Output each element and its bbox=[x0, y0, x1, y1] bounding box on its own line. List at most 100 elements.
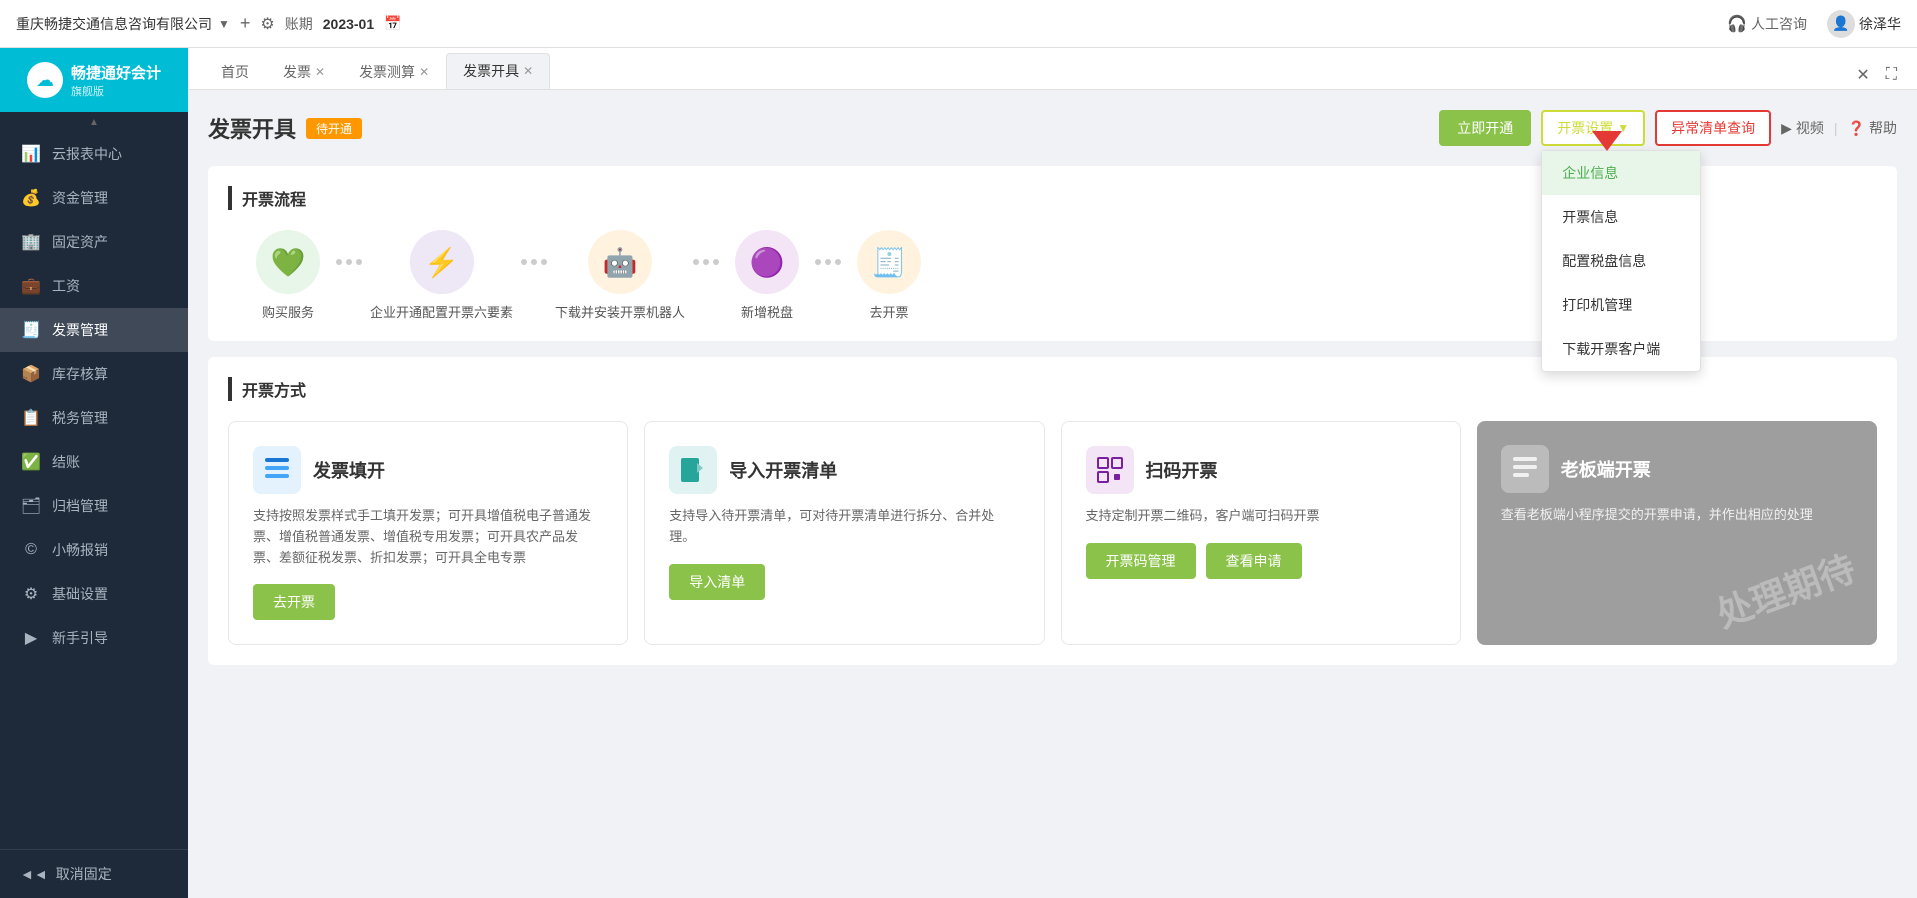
sidebar-item-kucun[interactable]: 📦 库存核算 bbox=[0, 352, 188, 396]
sidebar-label-xinshouyindao: 新手引导 bbox=[52, 628, 108, 648]
dropdown-item-enterprise[interactable]: 企业信息 bbox=[1542, 151, 1700, 195]
flow-step-buy: 💚 购买服务 bbox=[248, 230, 328, 321]
method-manual-footer: 去开票 bbox=[253, 584, 603, 620]
sidebar-item-jichushezhi[interactable]: ⚙ 基础设置 bbox=[0, 572, 188, 616]
method-card-boss: 老板端开票 查看老板端小程序提交的开票申请，并作出相应的处理 处理期待 bbox=[1477, 421, 1877, 645]
method-manual-btn1[interactable]: 去开票 bbox=[253, 584, 335, 620]
user-button[interactable]: 👤 徐泽华 bbox=[1827, 10, 1901, 38]
help-button[interactable]: ❓ 帮助 bbox=[1848, 118, 1897, 138]
page-header: 发票开具 待开通 立即开通 开票设置 ▼ bbox=[208, 110, 1897, 146]
flow-step-invoice-label: 去开票 bbox=[870, 302, 909, 321]
sidebar-cancel-fixed[interactable]: ◄◄ 取消固定 bbox=[0, 849, 188, 898]
flow-step-invoice-icon: 🧾 bbox=[857, 230, 921, 294]
tab-close-button[interactable]: ✕ bbox=[1852, 61, 1873, 89]
tab-fapiao-close[interactable]: ✕ bbox=[315, 65, 325, 79]
method-import-icon bbox=[669, 446, 717, 494]
calendar-icon[interactable]: 📅 bbox=[384, 15, 401, 32]
sidebar-item-yunbao[interactable]: 📊 云报表中心 bbox=[0, 132, 188, 176]
tab-home[interactable]: 首页 bbox=[204, 53, 266, 89]
red-arrow-indicator bbox=[1592, 131, 1622, 154]
top-bar: 重庆畅捷交通信息咨询有限公司 ▼ + ⚙ 账期 2023-01 📅 🎧 人工咨询… bbox=[0, 0, 1917, 48]
tab-maximize-button[interactable]: ⛶ bbox=[1882, 62, 1901, 88]
cancel-label: 取消固定 bbox=[56, 864, 112, 884]
activate-button[interactable]: 立即开通 bbox=[1439, 110, 1531, 146]
flow-step-invoice: 🧾 去开票 bbox=[849, 230, 929, 321]
sidebar-logo: ☁ 畅捷通好会计 旗舰版 bbox=[0, 48, 188, 112]
tab-cesuan-label: 发票测算 bbox=[359, 62, 415, 82]
sidebar-scroll-up[interactable]: ▲ bbox=[0, 112, 188, 132]
company-selector[interactable]: 重庆畅捷交通信息咨询有限公司 ▼ bbox=[16, 14, 230, 34]
kucun-icon: 📦 bbox=[20, 364, 42, 384]
method-import-footer: 导入清单 bbox=[669, 564, 1019, 600]
sidebar-label-yunbao: 云报表中心 bbox=[52, 144, 122, 164]
help-label: 帮助 bbox=[1869, 118, 1897, 138]
dropdown-item-tax-config[interactable]: 配置税盘信息 bbox=[1542, 239, 1700, 283]
sidebar-label-xiaochangbaoxiao: 小畅报销 bbox=[52, 540, 108, 560]
dropdown-item-download-client[interactable]: 下载开票客户端 bbox=[1542, 327, 1700, 371]
support-button[interactable]: 🎧 人工咨询 bbox=[1727, 14, 1807, 34]
flow-step-buy-icon: 💚 bbox=[256, 230, 320, 294]
method-card-import: 导入开票清单 支持导入待开票清单，可对待开票清单进行拆分、合并处理。 导入清单 bbox=[644, 421, 1044, 645]
yunbao-icon: 📊 bbox=[20, 144, 42, 164]
method-scan-btn2[interactable]: 查看申请 bbox=[1206, 543, 1302, 579]
method-manual-name: 发票填开 bbox=[313, 457, 385, 483]
user-name: 徐泽华 bbox=[1859, 14, 1901, 34]
sidebar-item-jiezhang[interactable]: ✅ 结账 bbox=[0, 440, 188, 484]
flow-dots-3 bbox=[685, 259, 727, 265]
page-title: 发票开具 bbox=[208, 112, 296, 144]
gudingzichan-icon: 🏢 bbox=[20, 232, 42, 252]
company-dropdown-icon[interactable]: ▼ bbox=[218, 17, 230, 31]
logo-text-block: 畅捷通好会计 旗舰版 bbox=[71, 62, 161, 99]
cancel-icon: ◄◄ bbox=[20, 866, 48, 882]
gongzi-icon: 💼 bbox=[20, 276, 42, 296]
headset-icon: 🎧 bbox=[1727, 14, 1747, 34]
method-manual-desc: 支持按照发票样式手工填开发票；可开具增值税电子普通发票、增值税普通发票、增值税专… bbox=[253, 506, 603, 568]
method-manual-header: 发票填开 bbox=[253, 446, 603, 494]
sidebar-label-fapiao: 发票管理 bbox=[52, 320, 108, 340]
period-label: 账期 bbox=[285, 14, 313, 34]
method-manual-icon bbox=[253, 446, 301, 494]
methods-grid: 发票填开 支持按照发票样式手工填开发票；可开具增值税电子普通发票、增值税普通发票… bbox=[228, 421, 1877, 645]
tab-kaiju-close[interactable]: ✕ bbox=[523, 64, 533, 78]
sidebar-item-gongzi[interactable]: 💼 工资 bbox=[0, 264, 188, 308]
sidebar-label-jiezhang: 结账 bbox=[52, 452, 80, 472]
tab-cesuan[interactable]: 发票测算 ✕ bbox=[342, 53, 446, 89]
method-import-btn1[interactable]: 导入清单 bbox=[669, 564, 765, 600]
flow-dots-2 bbox=[513, 259, 555, 265]
guidang-icon: 🗂 bbox=[20, 496, 42, 516]
abnormal-button[interactable]: 异常清单查询 bbox=[1655, 110, 1771, 146]
method-scan-icon bbox=[1086, 446, 1134, 494]
sidebar-item-fapiao[interactable]: 🧾 发票管理 bbox=[0, 308, 188, 352]
sidebar-label-gongzi: 工资 bbox=[52, 276, 80, 296]
boss-watermark: 处理期待 bbox=[1708, 540, 1861, 638]
logo-icon: ☁ bbox=[27, 62, 63, 98]
method-scan-btn1[interactable]: 开票码管理 bbox=[1086, 543, 1196, 579]
sidebar-item-xiaochangbaoxiao[interactable]: © 小畅报销 bbox=[0, 528, 188, 572]
tab-kaiju[interactable]: 发票开具 ✕ bbox=[446, 53, 550, 89]
tab-fapiao[interactable]: 发票 ✕ bbox=[266, 53, 342, 89]
settings-icon[interactable]: ⚙ bbox=[260, 14, 274, 34]
sidebar-item-guidang[interactable]: 🗂 归档管理 bbox=[0, 484, 188, 528]
tab-cesuan-close[interactable]: ✕ bbox=[419, 65, 429, 79]
settings-dropdown-menu: 企业信息 开票信息 配置税盘信息 打印机管理 下载开票客户端 bbox=[1541, 150, 1701, 372]
tab-kaiju-label: 发票开具 bbox=[463, 61, 519, 81]
jichushezhi-icon: ⚙ bbox=[20, 584, 42, 604]
zijin-icon: 💰 bbox=[20, 188, 42, 208]
logo-subtitle: 旗舰版 bbox=[71, 83, 161, 99]
method-boss-desc: 查看老板端小程序提交的开票申请，并作出相应的处理 bbox=[1501, 505, 1853, 526]
flow-step-config: ⚡ 企业开通配置开票六要素 bbox=[370, 230, 513, 321]
video-button[interactable]: ▶ 视频 bbox=[1781, 118, 1824, 138]
dropdown-item-invoice-info[interactable]: 开票信息 bbox=[1542, 195, 1700, 239]
sidebar-item-gudingzichan[interactable]: 🏢 固定资产 bbox=[0, 220, 188, 264]
sidebar-item-zijin[interactable]: 💰 资金管理 bbox=[0, 176, 188, 220]
period-value: 2023-01 bbox=[323, 16, 374, 32]
sidebar: ☁ 畅捷通好会计 旗舰版 ▲ 📊 云报表中心 💰 资金管理 🏢 固定资产 💼 工… bbox=[0, 48, 188, 898]
company-name: 重庆畅捷交通信息咨询有限公司 bbox=[16, 14, 212, 34]
dropdown-item-printer[interactable]: 打印机管理 bbox=[1542, 283, 1700, 327]
shuiwu-icon: 📋 bbox=[20, 408, 42, 428]
add-company-icon[interactable]: + bbox=[240, 13, 251, 34]
sidebar-item-shuiwu[interactable]: 📋 税务管理 bbox=[0, 396, 188, 440]
sidebar-item-xinshouyindao[interactable]: ▶ 新手引导 bbox=[0, 616, 188, 660]
sidebar-label-zijin: 资金管理 bbox=[52, 188, 108, 208]
help-icon: ❓ bbox=[1848, 120, 1865, 137]
